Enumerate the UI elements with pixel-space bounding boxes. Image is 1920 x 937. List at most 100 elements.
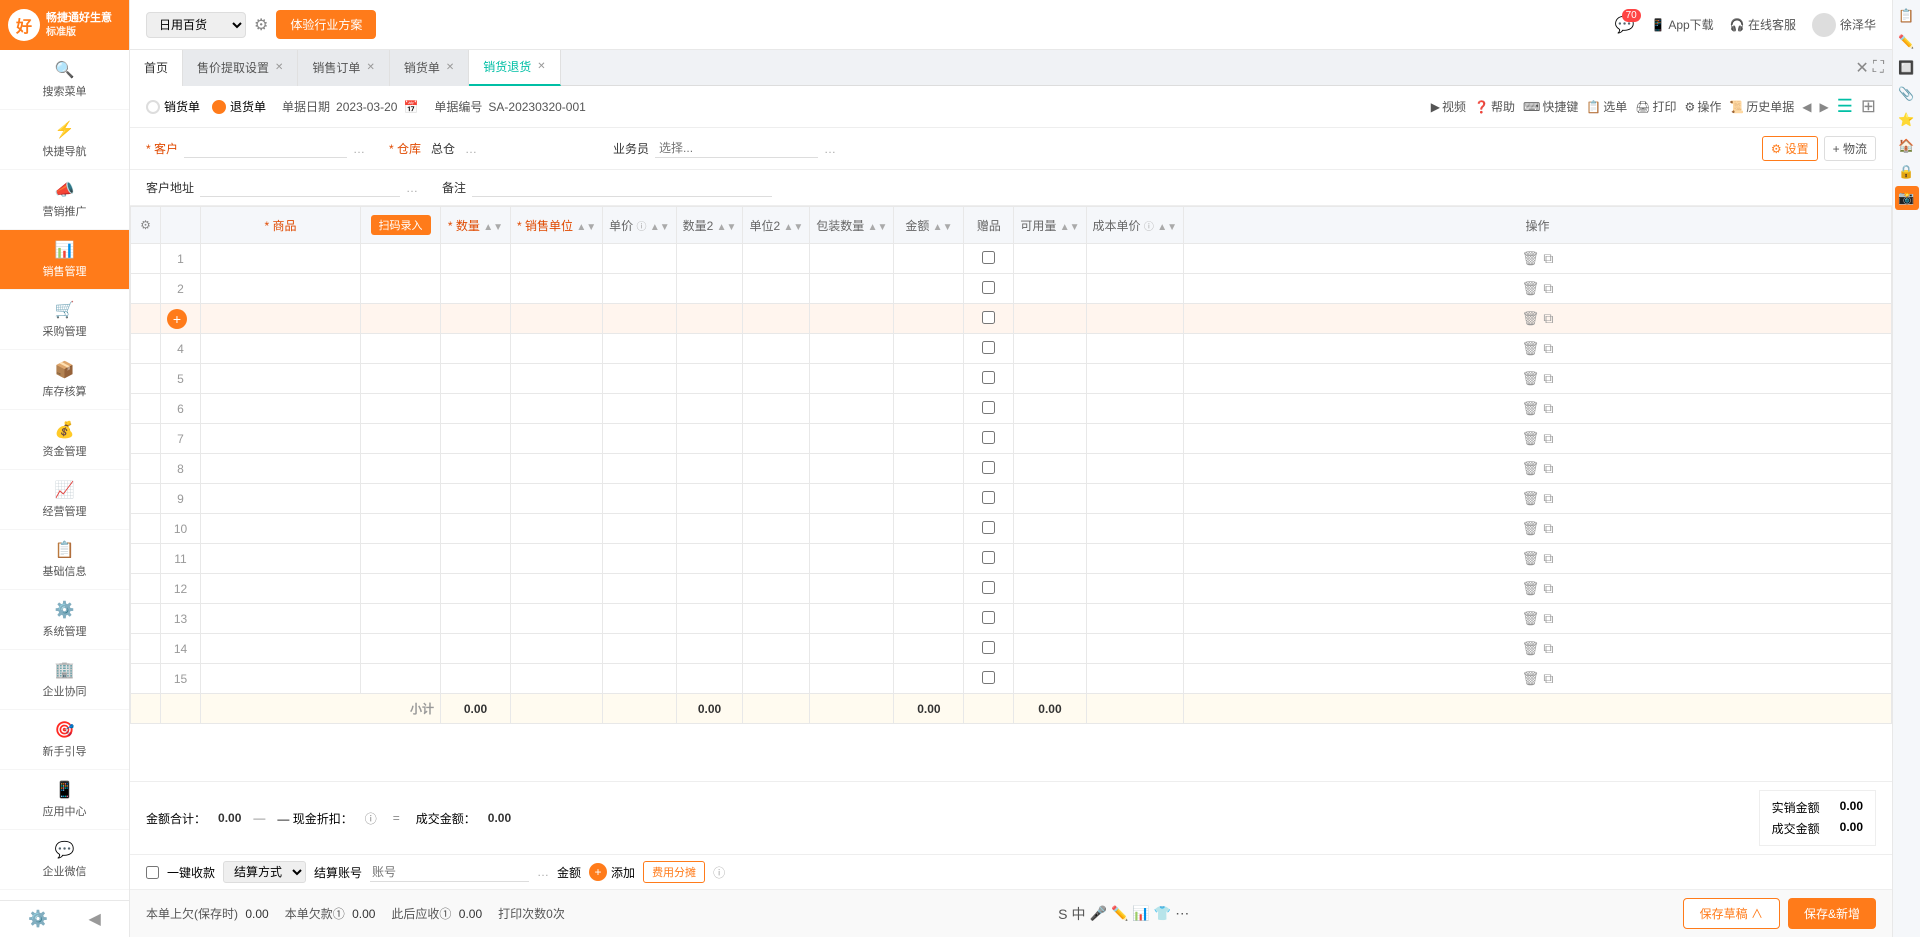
tool-zhong-icon[interactable]: 中 [1072,904,1086,924]
row-available[interactable] [1014,304,1086,334]
row-product[interactable] [201,274,361,304]
row-price[interactable] [603,664,676,694]
next-btn[interactable]: ▶ [1820,100,1829,114]
row-qty[interactable] [441,664,511,694]
row-pack-qty[interactable] [810,304,894,334]
row-pack-qty[interactable] [810,544,894,574]
copy-icon[interactable]: ⧉ [1543,670,1553,686]
row-available[interactable] [1014,334,1086,364]
row-gift[interactable] [964,334,1014,364]
sidebar-item-member[interactable]: 👑 畅会员 [0,890,129,900]
gift-checkbox[interactable] [982,251,995,264]
row-pack-qty[interactable] [810,394,894,424]
row-pack-qty[interactable] [810,274,894,304]
sidebar-item-purchase[interactable]: 🛒 采购管理 [0,290,129,350]
copy-icon[interactable]: ⧉ [1543,310,1553,326]
row-available[interactable] [1014,274,1086,304]
row-unit2[interactable] [743,244,810,274]
copy-icon[interactable]: ⧉ [1543,250,1553,266]
add-row-button[interactable]: + [167,309,187,329]
row-product[interactable] [201,634,361,664]
delete-icon[interactable]: 🗑 [1522,640,1540,656]
print-btn[interactable]: 🖨 打印 [1635,98,1676,115]
tool-s-icon[interactable]: S [1058,906,1067,922]
row-available[interactable] [1014,244,1086,274]
row-unit2[interactable] [743,544,810,574]
row-price[interactable] [603,604,676,634]
row-gift[interactable] [964,394,1014,424]
row-price[interactable] [603,634,676,664]
row-qty2[interactable] [676,544,743,574]
gift-checkbox[interactable] [982,281,995,294]
gift-checkbox[interactable] [982,551,995,564]
row-unit2[interactable] [743,664,810,694]
delete-icon[interactable]: 🗑 [1522,520,1540,536]
row-available[interactable] [1014,574,1086,604]
row-unit[interactable] [511,394,603,424]
copy-icon[interactable]: ⧉ [1543,490,1553,506]
sidebar-item-operations[interactable]: 📈 经营管理 [0,470,129,530]
fee-help-icon[interactable]: ⓘ [713,864,725,881]
row-available[interactable] [1014,394,1086,424]
prev-btn[interactable]: ◀ [1802,100,1811,114]
row-price[interactable] [603,544,676,574]
copy-icon[interactable]: ⧉ [1543,550,1553,566]
row-unit2[interactable] [743,274,810,304]
row-qty2[interactable] [676,394,743,424]
row-price[interactable] [603,484,676,514]
gift-checkbox[interactable] [982,401,995,414]
tab-sales[interactable]: 销货单 ✕ [390,50,469,86]
delete-icon[interactable]: 🗑 [1522,580,1540,596]
row-unit2[interactable] [743,424,810,454]
close-icon[interactable]: ✕ [275,62,283,73]
sidebar-item-weixin[interactable]: 💬 企业微信 [0,830,129,890]
gift-checkbox[interactable] [982,431,995,444]
delete-icon[interactable]: 🗑 [1522,550,1540,566]
row-gift[interactable] [964,244,1014,274]
row-qty[interactable] [441,304,511,334]
more-icon[interactable]: … [537,865,549,879]
delete-icon[interactable]: 🗑 [1522,460,1540,476]
logistics-btn[interactable]: + 物流 [1824,136,1876,161]
row-price[interactable] [603,244,676,274]
right-panel-icon-1[interactable]: 📋 [1895,4,1919,28]
row-amount[interactable] [894,364,964,394]
copy-icon[interactable]: ⧉ [1543,340,1553,356]
gift-checkbox[interactable] [982,611,995,624]
row-gift[interactable] [964,424,1014,454]
row-qty2[interactable] [676,304,743,334]
row-price[interactable] [603,364,676,394]
copy-icon[interactable]: ⧉ [1543,370,1553,386]
fee-split-btn[interactable]: 费用分摊 [643,861,705,883]
row-price[interactable] [603,304,676,334]
right-panel-icon-6[interactable]: 🏠 [1895,134,1919,158]
row-qty[interactable] [441,244,511,274]
row-unit[interactable] [511,244,603,274]
close-icon[interactable]: ✕ [537,61,545,72]
row-product[interactable] [201,394,361,424]
address-more-icon[interactable]: … [406,181,418,195]
row-available[interactable] [1014,514,1086,544]
row-unit2[interactable] [743,364,810,394]
row-pack-qty[interactable] [810,514,894,544]
row-product[interactable] [201,364,361,394]
customer-more-icon[interactable]: … [353,142,365,156]
row-amount[interactable] [894,334,964,364]
gift-checkbox[interactable] [982,371,995,384]
row-product[interactable] [201,304,361,334]
row-product[interactable] [201,514,361,544]
scan-button[interactable]: 扫码录入 [371,215,431,235]
row-amount[interactable] [894,454,964,484]
help-icon-small[interactable]: ⓘ [365,810,377,827]
select-btn[interactable]: 📋 选单 [1586,98,1627,115]
row-unit2[interactable] [743,394,810,424]
delete-icon[interactable]: 🗑 [1522,250,1540,266]
copy-icon[interactable]: ⧉ [1543,280,1553,296]
gift-checkbox[interactable] [982,641,995,654]
row-unit[interactable] [511,544,603,574]
copy-icon[interactable]: ⧉ [1543,400,1553,416]
row-price[interactable] [603,574,676,604]
sidebar-item-enterprise[interactable]: 🏢 企业协同 [0,650,129,710]
row-unit[interactable] [511,574,603,604]
copy-icon[interactable]: ⧉ [1543,460,1553,476]
